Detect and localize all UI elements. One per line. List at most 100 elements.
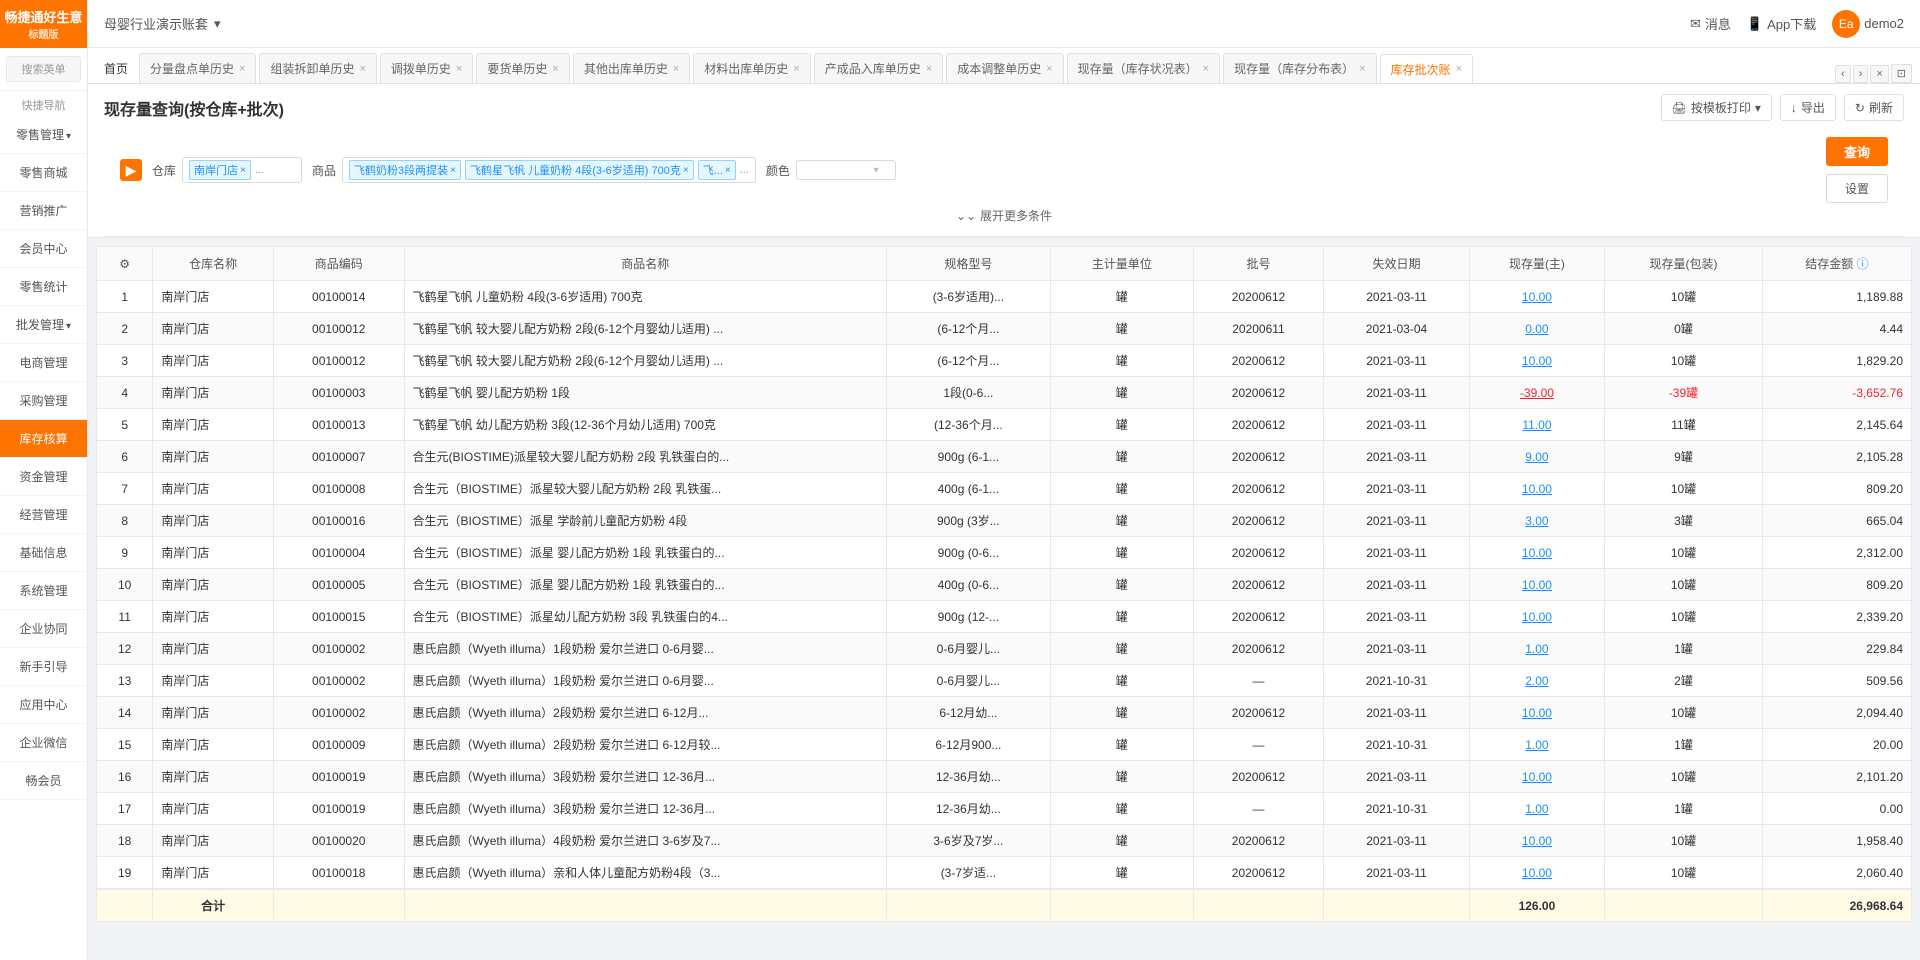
col-header-0[interactable]: ⚙ xyxy=(97,247,153,281)
tab-item-3[interactable]: 调拨单历史× xyxy=(380,53,473,83)
query-button[interactable]: 查询 xyxy=(1826,137,1888,166)
filter-area: ▶ 仓库 南岸门店 × ... 商品 xyxy=(104,129,1904,237)
tab-menu[interactable]: ⊡ xyxy=(1891,64,1912,83)
tab-close-3[interactable]: × xyxy=(456,63,462,75)
industry-selector-label[interactable]: 母婴行业演示账套 xyxy=(104,14,208,33)
col-header-10[interactable]: 结存金额 ⓘ xyxy=(1762,247,1911,281)
sidebar-item-0[interactable]: 零售管理▾ xyxy=(0,116,87,154)
tab-close-8[interactable]: × xyxy=(1046,63,1052,75)
cell-r3-c1: 南岸门店 xyxy=(153,377,274,409)
search-single-label[interactable]: 搜索英单 xyxy=(6,56,81,82)
sidebar-item-4[interactable]: 零售统计 xyxy=(0,268,87,306)
cell-r0-c8[interactable]: 10.00 xyxy=(1469,281,1604,313)
sidebar-item-10[interactable]: 经营管理 xyxy=(0,496,87,534)
settings-button[interactable]: 设置 xyxy=(1826,174,1888,203)
cell-r18-c8[interactable]: 10.00 xyxy=(1469,857,1604,890)
tab-close-4[interactable]: × xyxy=(552,63,558,75)
sidebar-item-8[interactable]: 库存核算 xyxy=(0,420,87,458)
cell-r6-c8[interactable]: 10.00 xyxy=(1469,473,1604,505)
cell-r12-c8[interactable]: 2.00 xyxy=(1469,665,1604,697)
tab-arrow-right[interactable]: › xyxy=(1853,65,1869,83)
product-tag-container[interactable]: 飞鹤奶粉3段两提装 × 飞鹤星飞帆 儿童奶粉 4段(3-6岁适用) 700克 ×… xyxy=(342,157,756,183)
sidebar-item-12[interactable]: 系统管理 xyxy=(0,572,87,610)
cell-r2-c8[interactable]: 10.00 xyxy=(1469,345,1604,377)
sidebar-item-17[interactable]: 畅会员 xyxy=(0,762,87,800)
tab-item-2[interactable]: 组装拆卸单历史× xyxy=(259,53,376,83)
sidebar-item-15[interactable]: 应用中心 xyxy=(0,686,87,724)
product-tag-0-close[interactable]: × xyxy=(450,165,456,176)
settings-gear-icon[interactable]: ⚙ xyxy=(119,257,130,271)
cell-r15-c8[interactable]: 10.00 xyxy=(1469,761,1604,793)
export-button[interactable]: ↓ 导出 xyxy=(1780,94,1836,121)
sidebar-item-9[interactable]: 资金管理 xyxy=(0,458,87,496)
filter-row: ▶ 仓库 南岸门店 × ... 商品 xyxy=(120,137,1888,203)
user-area[interactable]: Ea demo2 xyxy=(1832,10,1904,38)
product-tag-1-close[interactable]: × xyxy=(683,165,689,176)
cell-r12-c4: 0-6月婴儿... xyxy=(886,665,1050,697)
cell-r5-c8[interactable]: 9.00 xyxy=(1469,441,1604,473)
product-more[interactable]: ... xyxy=(740,164,749,176)
cell-r1-c8[interactable]: 0.00 xyxy=(1469,313,1604,345)
sidebar-item-2[interactable]: 营销推广 xyxy=(0,192,87,230)
cell-r7-c8[interactable]: 3.00 xyxy=(1469,505,1604,537)
expand-more-button[interactable]: ⌄⌄ 展开更多条件 xyxy=(956,207,1052,224)
sidebar-item-16[interactable]: 企业微信 xyxy=(0,724,87,762)
cell-r10-c8[interactable]: 10.00 xyxy=(1469,601,1604,633)
cell-r9-c8[interactable]: 10.00 xyxy=(1469,569,1604,601)
cell-r17-c8[interactable]: 10.00 xyxy=(1469,825,1604,857)
content-area: 现存量查询(按仓库+批次) 🖨 按模板打印 ▾ ↓ 导出 ↻ 刷新 xyxy=(88,84,1920,960)
cell-r13-c8[interactable]: 10.00 xyxy=(1469,697,1604,729)
tab-arrow-left[interactable]: ‹ xyxy=(1835,65,1851,83)
cell-r14-c3: 惠氏启颜（Wyeth illuma）2段奶粉 爱尔兰进口 6-12月较... xyxy=(404,729,886,761)
tab-item-10[interactable]: 现存量（库存分布表）× xyxy=(1223,53,1376,83)
refresh-button[interactable]: ↻ 刷新 xyxy=(1844,94,1904,121)
cell-r3-c8[interactable]: -39.00 xyxy=(1469,377,1604,409)
tab-item-8[interactable]: 成本调整单历史× xyxy=(946,53,1063,83)
message-btn[interactable]: ✉ 消息 xyxy=(1690,14,1731,33)
print-button[interactable]: 🖨 按模板打印 ▾ xyxy=(1661,94,1772,121)
tab-close-2[interactable]: × xyxy=(359,63,365,75)
sidebar-item-7[interactable]: 采购管理 xyxy=(0,382,87,420)
product-tag-0-text: 飞鹤奶粉3段两提装 xyxy=(354,162,448,178)
sidebar-item-14[interactable]: 新手引导 xyxy=(0,648,87,686)
tab-close-5[interactable]: × xyxy=(673,63,679,75)
cell-r12-c3: 惠氏启颜（Wyeth illuma）1段奶粉 爱尔兰进口 0-6月婴... xyxy=(404,665,886,697)
cell-r0-c9: 10罐 xyxy=(1605,281,1763,313)
sidebar-item-13[interactable]: 企业协同 xyxy=(0,610,87,648)
tab-close-7[interactable]: × xyxy=(926,63,932,75)
tab-item-1[interactable]: 分量盘点单历史× xyxy=(139,53,256,83)
warehouse-tag-close[interactable]: × xyxy=(240,165,246,176)
tab-item-0[interactable]: 首页 xyxy=(96,53,136,83)
cell-r18-c9: 10罐 xyxy=(1605,857,1763,890)
cell-r16-c8[interactable]: 1.00 xyxy=(1469,793,1604,825)
quick-nav-label[interactable]: 快捷导航 xyxy=(0,91,87,116)
color-tag-container[interactable]: ▾ xyxy=(796,160,896,180)
product-tag-2-close[interactable]: × xyxy=(725,165,731,176)
cell-r11-c8[interactable]: 1.00 xyxy=(1469,633,1604,665)
sidebar-item-6[interactable]: 电商管理 xyxy=(0,344,87,382)
tab-item-7[interactable]: 产成品入库单历史× xyxy=(814,53,943,83)
cell-r4-c8[interactable]: 11.00 xyxy=(1469,409,1604,441)
tab-item-4[interactable]: 要货单历史× xyxy=(476,53,569,83)
tab-close-1[interactable]: × xyxy=(239,63,245,75)
tab-close-11[interactable]: × xyxy=(1456,63,1462,75)
filter-expand-button[interactable]: ▶ xyxy=(120,159,142,181)
tab-close-10[interactable]: × xyxy=(1359,63,1365,75)
app-download-btn[interactable]: 📱 App下载 xyxy=(1747,14,1816,33)
tab-close-current[interactable]: × xyxy=(1870,65,1888,83)
warehouse-tag-container[interactable]: 南岸门店 × ... xyxy=(182,157,302,183)
sidebar-item-11[interactable]: 基础信息 xyxy=(0,534,87,572)
cell-r14-c8[interactable]: 1.00 xyxy=(1469,729,1604,761)
tab-item-9[interactable]: 现存量（库存状况表）× xyxy=(1067,53,1220,83)
sidebar-item-3[interactable]: 会员中心 xyxy=(0,230,87,268)
sidebar-item-1[interactable]: 零售商城 xyxy=(0,154,87,192)
tab-close-6[interactable]: × xyxy=(793,63,799,75)
tab-item-11[interactable]: 库存批次账× xyxy=(1380,54,1473,84)
tab-item-5[interactable]: 其他出库单历史× xyxy=(573,53,690,83)
tab-item-6[interactable]: 材料出库单历史× xyxy=(693,53,810,83)
cell-r8-c8[interactable]: 10.00 xyxy=(1469,537,1604,569)
warehouse-more[interactable]: ... xyxy=(255,164,264,176)
tab-close-9[interactable]: × xyxy=(1203,63,1209,75)
cell-r13-c7: 2021-03-11 xyxy=(1324,697,1469,729)
sidebar-item-5[interactable]: 批发管理▾ xyxy=(0,306,87,344)
